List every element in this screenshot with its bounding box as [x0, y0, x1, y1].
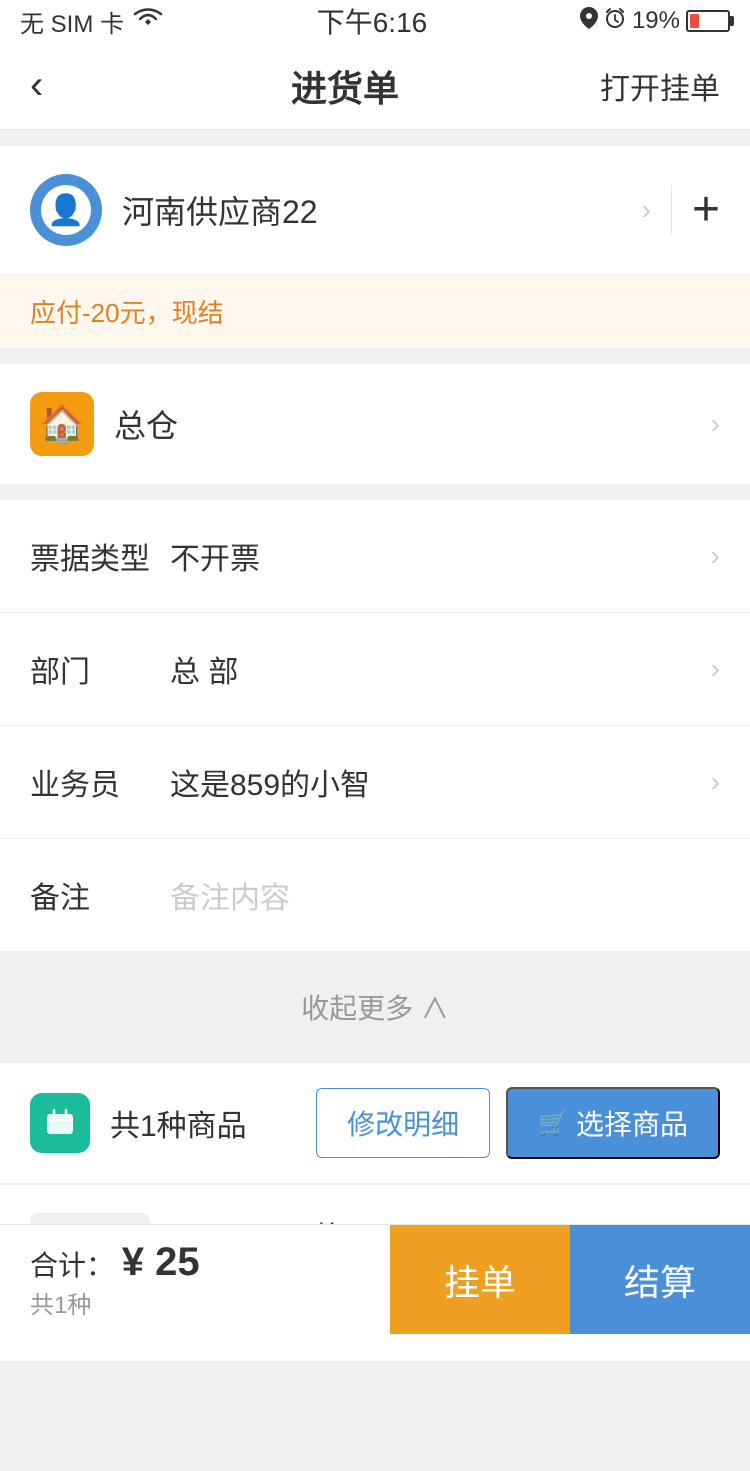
open-hang-order-button[interactable]: 打开挂单: [600, 64, 720, 108]
add-button[interactable]: +: [692, 186, 720, 234]
supplier-section: 👤 河南供应商22 › +: [0, 146, 750, 275]
invoice-type-value: 不开票: [150, 534, 701, 578]
gap-2: [0, 348, 750, 364]
status-right: 19%: [580, 7, 730, 36]
alarm-icon: [604, 7, 626, 36]
chevron-right-icon: ›: [642, 194, 651, 226]
location-icon: [580, 7, 598, 36]
select-product-label: 选择商品: [576, 1103, 688, 1143]
salesperson-row[interactable]: 业务员 这是859的小智 ›: [0, 726, 750, 839]
chevron-right-icon-3: ›: [711, 540, 720, 572]
page-title: 进货单: [291, 60, 399, 112]
divider: [671, 185, 672, 235]
total-section: 合计： ¥ 25 共1种: [0, 1225, 390, 1334]
collapse-label: 收起更多 ∧: [301, 987, 449, 1027]
invoice-type-row[interactable]: 票据类型 不开票 ›: [0, 500, 750, 613]
wifi-icon: [132, 7, 164, 36]
carrier-text: 无 SIM 卡: [20, 4, 124, 39]
total-amount: ¥ 25: [122, 1240, 200, 1284]
checkout-button[interactable]: 结算: [570, 1225, 750, 1334]
alert-text: 应付-20元，现结: [30, 298, 224, 328]
department-value: 总 部: [150, 647, 701, 691]
warehouse-icon: 🏠: [30, 392, 94, 456]
supplier-name[interactable]: 河南供应商22: [122, 187, 632, 233]
hang-order-button[interactable]: 挂单: [390, 1225, 570, 1334]
collapse-row[interactable]: 收起更多 ∧: [0, 967, 750, 1047]
form-section: 票据类型 不开票 › 部门 总 部 › 业务员 这是859的小智 › 备注 备注…: [0, 500, 750, 951]
remark-row[interactable]: 备注 备注内容: [0, 839, 750, 951]
hang-order-label: 挂单: [444, 1254, 516, 1306]
battery-percent: 19%: [632, 7, 680, 35]
department-label: 部门: [30, 647, 150, 691]
chevron-right-icon-5: ›: [711, 766, 720, 798]
back-button[interactable]: ‹: [30, 63, 90, 108]
edit-detail-button[interactable]: 修改明细: [316, 1088, 490, 1158]
status-time: 下午6:16: [317, 1, 428, 41]
total-label: 合计：: [30, 1250, 114, 1281]
chevron-right-icon-2: ›: [711, 408, 720, 440]
invoice-type-label: 票据类型: [30, 534, 150, 578]
product-header: 共1种商品 修改明细 🛒 选择商品: [0, 1063, 750, 1183]
bottom-bar: 合计： ¥ 25 共1种 挂单 结算: [0, 1224, 750, 1334]
battery-icon: [686, 10, 730, 32]
chevron-right-icon-4: ›: [711, 653, 720, 685]
product-count: 共1种商品: [110, 1101, 316, 1145]
total-count: 共1种: [30, 1285, 360, 1320]
nav-bar: ‹ 进货单 打开挂单: [0, 42, 750, 130]
salesperson-value: 这是859的小智: [150, 760, 701, 804]
remark-label: 备注: [30, 873, 150, 917]
status-bar: 无 SIM 卡 下午6:16 19%: [0, 0, 750, 42]
status-left: 无 SIM 卡: [20, 4, 164, 39]
salesperson-label: 业务员: [30, 760, 150, 804]
select-product-button[interactable]: 🛒 选择商品: [506, 1087, 720, 1159]
product-icon: [30, 1093, 90, 1153]
cart-icon: 🛒: [538, 1109, 568, 1138]
remark-value[interactable]: 备注内容: [150, 873, 720, 917]
alert-row: 应付-20元，现结: [0, 275, 750, 348]
avatar: 👤: [30, 174, 102, 246]
department-row[interactable]: 部门 总 部 ›: [0, 613, 750, 726]
warehouse-section[interactable]: 🏠 总仓 ›: [0, 364, 750, 484]
person-icon: 👤: [47, 193, 84, 228]
warehouse-name: 总仓: [114, 401, 701, 447]
bottom-spacer: [0, 1361, 750, 1471]
gap-1: [0, 130, 750, 146]
checkout-label: 结算: [624, 1254, 696, 1306]
